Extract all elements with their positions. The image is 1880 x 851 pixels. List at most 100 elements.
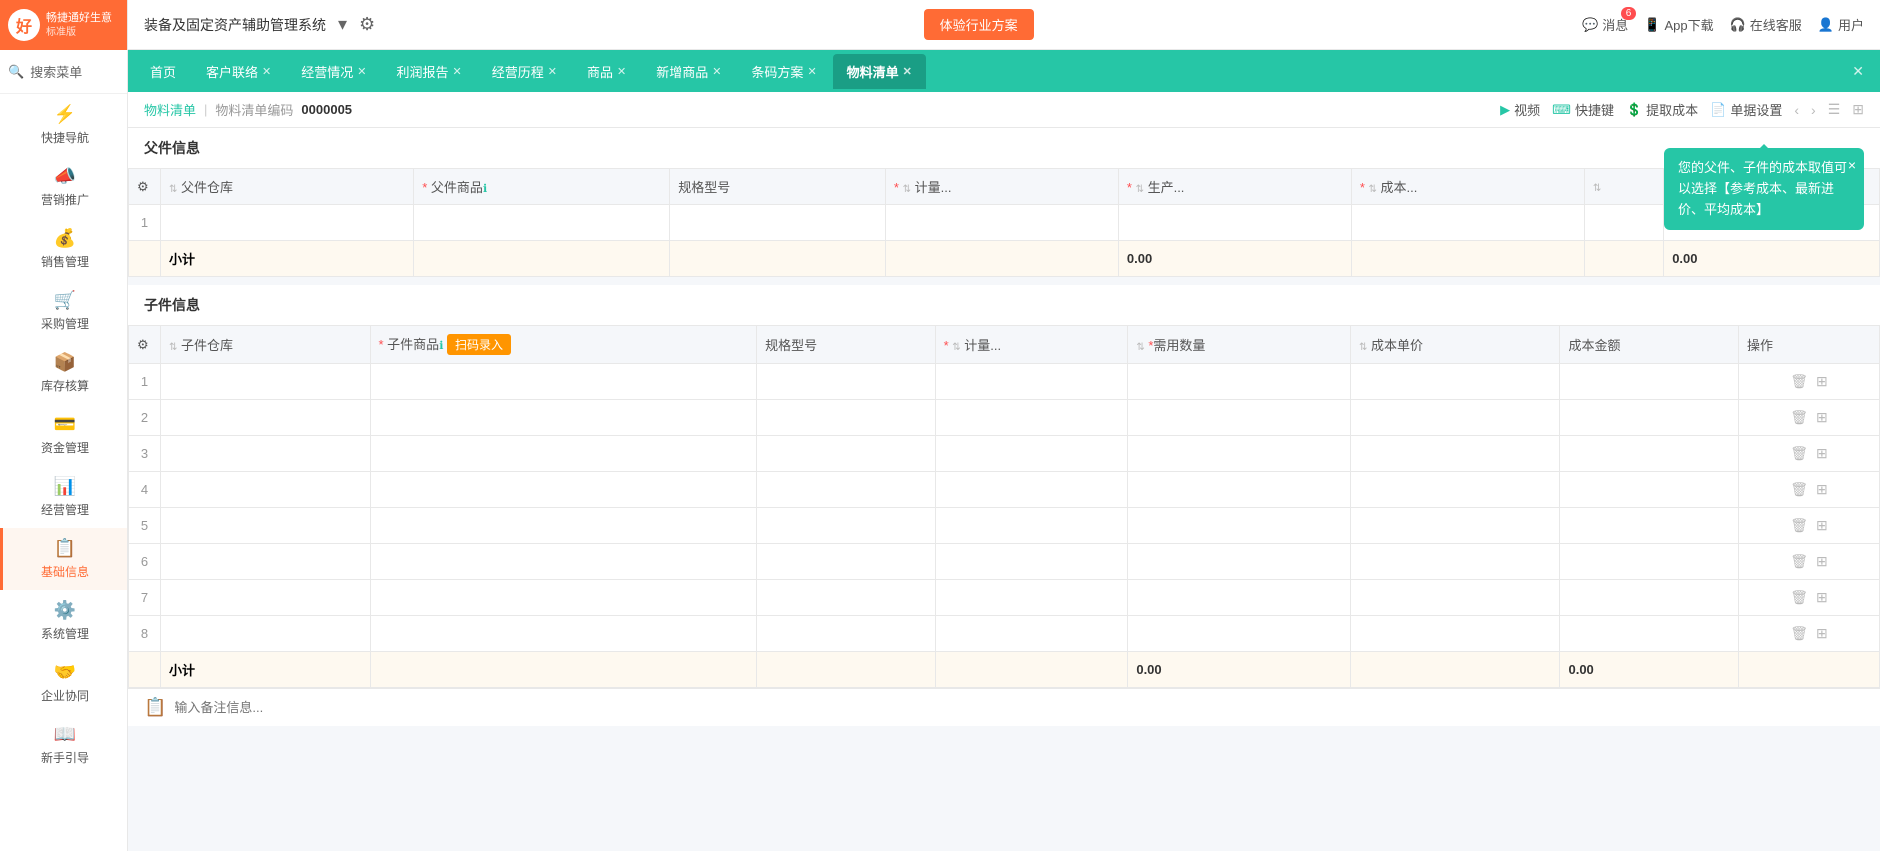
sidebar-item-9[interactable]: 🤝企业协同 [0,652,127,714]
messages-button[interactable]: 💬 消息 6 [1582,15,1628,34]
nav-tab-close-6[interactable]: ✕ [712,65,721,78]
close-tab-icon[interactable]: ✕ [1844,63,1872,80]
nav-tab-close-1[interactable]: ✕ [262,65,271,78]
sidebar-item-10[interactable]: 📖新手引导 [0,714,127,776]
parent-cell-spec[interactable] [670,205,886,241]
child-cell-quantity-4[interactable] [1128,472,1351,508]
sidebar-item-1[interactable]: 📣营销推广 [0,156,127,218]
child-cell-warehouse-8[interactable] [161,616,371,652]
child-cell-unit-5[interactable] [935,508,1128,544]
child-cell-unit-cost-8[interactable] [1350,616,1560,652]
child-cell-unit-4[interactable] [935,472,1128,508]
parent-cell-unit[interactable] [885,205,1118,241]
child-cell-unit-cost-3[interactable] [1350,436,1560,472]
copy-icon-5[interactable]: ⊞ [1816,517,1828,534]
child-cell-goods-2[interactable] [370,400,757,436]
delete-icon-8[interactable]: 🗑 [1790,625,1808,642]
child-cell-warehouse-5[interactable] [161,508,371,544]
child-cell-warehouse-2[interactable] [161,400,371,436]
delete-icon-5[interactable]: 🗑 [1790,517,1808,534]
toolbar-cost-btn[interactable]: 💲 提取成本 [1626,100,1698,119]
try-button[interactable]: 体验行业方案 [924,9,1034,40]
nav-tab-8[interactable]: 物料清单✕ [833,54,926,89]
nav-tab-close-3[interactable]: ✕ [453,65,462,78]
child-cell-quantity-6[interactable] [1128,544,1351,580]
copy-icon-6[interactable]: ⊞ [1816,553,1828,570]
toolbar-shortcut-btn[interactable]: ⌨ 快捷键 [1552,100,1614,119]
parent-th-settings[interactable]: ⚙ [129,169,161,205]
child-th-settings[interactable]: ⚙ [129,326,161,364]
child-cell-unit-cost-4[interactable] [1350,472,1560,508]
nav-tab-close-7[interactable]: ✕ [807,65,816,78]
child-cell-goods-6[interactable] [370,544,757,580]
nav-tab-close-4[interactable]: ✕ [548,65,557,78]
delete-icon-6[interactable]: 🗑 [1790,553,1808,570]
delete-icon-4[interactable]: 🗑 [1790,481,1808,498]
child-cell-warehouse-3[interactable] [161,436,371,472]
child-cell-unit-cost-6[interactable] [1350,544,1560,580]
toolbar-view-btn[interactable]: ▶ 视频 [1500,100,1540,119]
delete-icon-7[interactable]: 🗑 [1790,589,1808,606]
delete-icon-1[interactable]: 🗑 [1790,373,1808,390]
nav-tab-1[interactable]: 客户联络✕ [192,54,285,89]
child-cell-warehouse-1[interactable] [161,364,371,400]
child-cell-unit-cost-1[interactable] [1350,364,1560,400]
nav-tab-6[interactable]: 新增商品✕ [642,54,735,89]
copy-icon-2[interactable]: ⊞ [1816,409,1828,426]
sidebar-item-5[interactable]: 💳资金管理 [0,404,127,466]
sidebar-item-8[interactable]: ⚙️系统管理 [0,590,127,652]
child-cell-warehouse-7[interactable] [161,580,371,616]
nav-tab-close-5[interactable]: ✕ [617,65,626,78]
child-cell-unit-3[interactable] [935,436,1128,472]
online-support-button[interactable]: 🎧 在线客服 [1730,15,1802,34]
child-cell-goods-7[interactable] [370,580,757,616]
toolbar-settings-btn[interactable]: 📄 单据设置 [1710,100,1782,119]
sidebar-item-6[interactable]: 📊经营管理 [0,466,127,528]
scan-input-btn[interactable]: 扫码录入 [447,334,511,355]
sidebar-item-7[interactable]: 📋基础信息 [0,528,127,590]
copy-icon-4[interactable]: ⊞ [1816,481,1828,498]
nav-menu-btn[interactable]: ☰ [1828,101,1841,118]
child-cell-unit-cost-2[interactable] [1350,400,1560,436]
search-menu-button[interactable]: 🔍 搜索菜单 [8,58,119,85]
child-cell-quantity-5[interactable] [1128,508,1351,544]
header-dropdown-icon[interactable]: ▾ [338,14,347,35]
child-cell-goods-4[interactable] [370,472,757,508]
child-cell-quantity-2[interactable] [1128,400,1351,436]
remark-input[interactable] [174,700,1864,715]
child-cell-spec-2[interactable] [757,400,935,436]
child-cell-spec-7[interactable] [757,580,935,616]
child-cell-warehouse-6[interactable] [161,544,371,580]
nav-tab-2[interactable]: 经营情况✕ [287,54,380,89]
child-cell-goods-5[interactable] [370,508,757,544]
sidebar-item-0[interactable]: ⚡快捷导航 [0,94,127,156]
nav-tab-4[interactable]: 经营历程✕ [478,54,571,89]
child-cell-spec-5[interactable] [757,508,935,544]
sidebar-item-4[interactable]: 📦库存核算 [0,342,127,404]
nav-tab-5[interactable]: 商品✕ [573,54,640,89]
child-cell-goods-3[interactable] [370,436,757,472]
child-cell-quantity-3[interactable] [1128,436,1351,472]
child-cell-unit-1[interactable] [935,364,1128,400]
parent-cell-warehouse[interactable] [161,205,414,241]
delete-icon-3[interactable]: 🗑 [1790,445,1808,462]
delete-icon-2[interactable]: 🗑 [1790,409,1808,426]
sidebar-item-2[interactable]: 💰销售管理 [0,218,127,280]
nav-tab-0[interactable]: 首页 [136,54,190,89]
child-cell-goods-8[interactable] [370,616,757,652]
child-cell-unit-7[interactable] [935,580,1128,616]
child-cell-unit-2[interactable] [935,400,1128,436]
child-cell-unit-cost-7[interactable] [1350,580,1560,616]
child-cell-spec-6[interactable] [757,544,935,580]
child-cell-spec-8[interactable] [757,616,935,652]
child-cell-quantity-7[interactable] [1128,580,1351,616]
child-cell-spec-3[interactable] [757,436,935,472]
child-cell-goods-1[interactable] [370,364,757,400]
parent-cell-cost[interactable] [1351,205,1584,241]
parent-cell-production[interactable] [1118,205,1351,241]
child-cell-warehouse-4[interactable] [161,472,371,508]
breadcrumb-item[interactable]: 物料清单 [144,100,196,119]
header-gear-icon[interactable]: ⚙ [359,14,375,35]
child-cell-unit-8[interactable] [935,616,1128,652]
child-cell-quantity-1[interactable] [1128,364,1351,400]
